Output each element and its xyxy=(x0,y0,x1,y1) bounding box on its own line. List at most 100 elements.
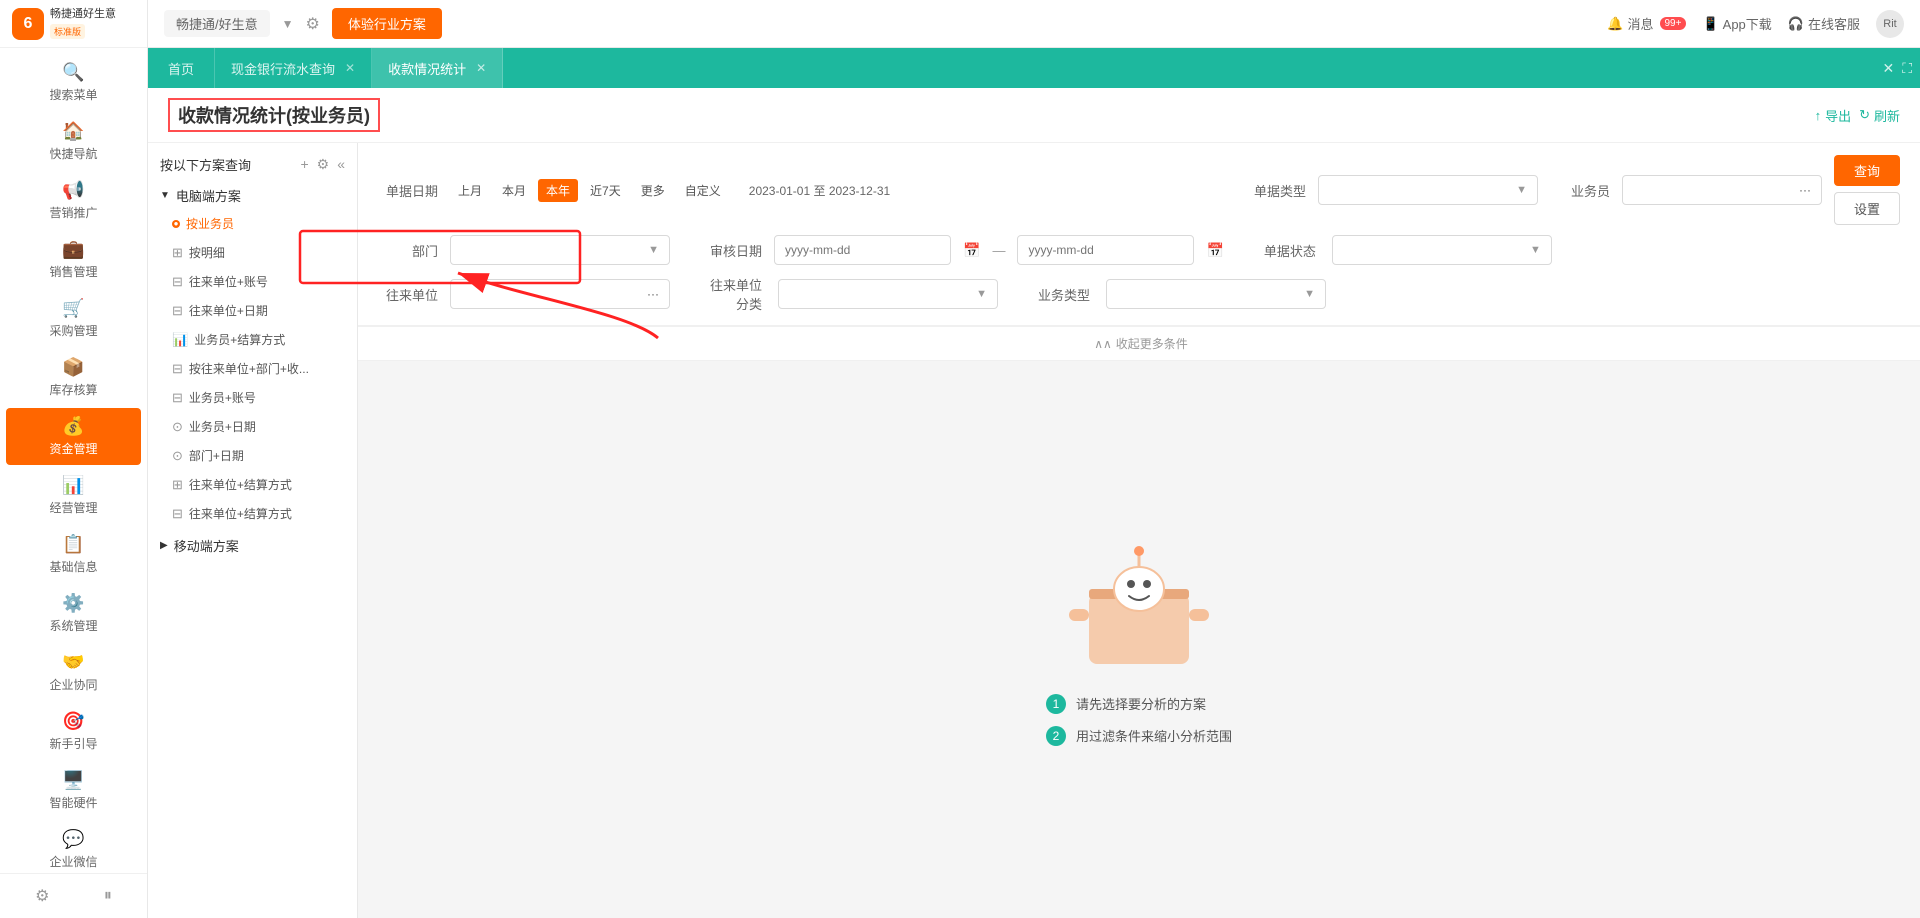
sidebar-item-operation[interactable]: 📊 经营管理 xyxy=(6,467,141,524)
mobile-group-arrow-icon: ▶ xyxy=(160,540,168,551)
panel-add-button[interactable]: + xyxy=(300,156,308,173)
sidebar-item-system[interactable]: ⚙️ 系统管理 xyxy=(6,585,141,642)
date-this-year[interactable]: 本年 xyxy=(538,179,578,202)
sidebar: 6 畅捷通好生意 标准版 🔍 搜索菜单 🏠 快捷导航 📢 营销推广 💼 销售管理… xyxy=(0,0,148,918)
sidebar-item-search[interactable]: 🔍 搜索菜单 xyxy=(6,54,141,111)
audit-start-calendar-icon[interactable]: 📅 xyxy=(963,242,980,259)
filter-row-2: 部门 ▼ 审核日期 📅 — xyxy=(378,235,1900,265)
audit-end-field[interactable] xyxy=(1028,243,1183,257)
logo-area: 6 畅捷通好生意 标准版 xyxy=(0,0,147,48)
date-more[interactable]: 更多 xyxy=(633,179,673,202)
scheme-unit-settle1[interactable]: ⊞ 往来单位+结算方式 xyxy=(148,470,357,499)
step-2-num: 2 xyxy=(1046,726,1066,746)
date-7days[interactable]: 近7天 xyxy=(582,179,629,202)
audit-end-input[interactable] xyxy=(1017,235,1194,265)
tab-home[interactable]: 首页 xyxy=(148,48,215,88)
sidebar-item-quicknav[interactable]: 🏠 快捷导航 xyxy=(6,113,141,170)
scheme-salesman-settle[interactable]: 📊 业务员+结算方式 xyxy=(148,325,357,354)
notification-badge: 99+ xyxy=(1660,17,1687,30)
mobile-group-header[interactable]: ▶ 移动端方案 xyxy=(148,532,357,559)
tab-bank-close-icon[interactable]: ✕ xyxy=(345,61,355,75)
audit-start-field[interactable] xyxy=(785,243,940,257)
scheme-salesman-account[interactable]: ⊟ 业务员+账号 xyxy=(148,383,357,412)
panel-header: 按以下方案查询 + ⚙ « xyxy=(148,155,357,182)
scheme-salesman-date-label: 业务员+日期 xyxy=(189,418,256,435)
table-icon-3: ⊟ xyxy=(172,361,183,377)
notification-label: 消息 xyxy=(1627,14,1653,33)
sidebar-item-sales[interactable]: 💼 销售管理 xyxy=(6,231,141,288)
collapse-bar[interactable]: ∧∧ 收起更多条件 xyxy=(358,326,1920,361)
tab-receipt[interactable]: 收款情况统计 ✕ xyxy=(372,48,503,88)
trial-button[interactable]: 体验行业方案 xyxy=(332,8,442,39)
status-select[interactable]: ▼ xyxy=(1332,235,1552,265)
biz-type-select[interactable]: ▼ xyxy=(1106,279,1326,309)
partner-dots-icon[interactable]: ··· xyxy=(647,287,659,301)
date-last-month[interactable]: 上月 xyxy=(450,179,490,202)
sales-icon: 💼 xyxy=(62,239,84,260)
tab-bank[interactable]: 现金银行流水查询 ✕ xyxy=(215,48,372,88)
date-this-month[interactable]: 本月 xyxy=(494,179,534,202)
salesman-select[interactable]: ··· xyxy=(1622,175,1822,205)
settings-button[interactable]: 设置 xyxy=(1834,192,1900,225)
desktop-group-header[interactable]: ▼ 电脑端方案 xyxy=(148,182,357,209)
query-button[interactable]: 查询 xyxy=(1834,155,1900,186)
tab-close-all-icon[interactable]: ✕ xyxy=(1882,60,1894,77)
page-actions: ↑ 导出 ↻ 刷新 xyxy=(1815,106,1900,125)
notification-area[interactable]: 🔔 消息 99+ xyxy=(1607,14,1686,33)
sidebar-collapse-btn[interactable]: ⏸ xyxy=(100,883,116,909)
partner-select[interactable]: ··· xyxy=(450,279,670,309)
tab-receipt-close-icon[interactable]: ✕ xyxy=(476,61,486,75)
tab-maximize-icon[interactable]: ⛶ xyxy=(1902,60,1912,77)
scheme-by-salesman[interactable]: ● 按业务员 xyxy=(148,209,357,238)
filter-row-3: 往来单位 ··· 往来单位分类 ▼ 业务类型 xyxy=(378,275,1900,313)
partner-label: 往来单位 xyxy=(378,285,438,304)
sidebar-bottom: ⚙ ⏸ xyxy=(0,873,147,918)
sidebar-item-finance[interactable]: 💰 资金管理 xyxy=(6,408,141,465)
online-service[interactable]: 🎧 在线客服 xyxy=(1788,14,1860,33)
sidebar-item-guide[interactable]: 🎯 新手引导 xyxy=(6,703,141,760)
sidebar-item-inventory[interactable]: 📦 库存核算 xyxy=(6,349,141,406)
user-avatar[interactable]: Rit xyxy=(1876,10,1904,38)
export-button[interactable]: ↑ 导出 xyxy=(1815,106,1852,125)
scheme-by-detail[interactable]: ⊞ 按明细 xyxy=(148,238,357,267)
table-icon-2: ⊟ xyxy=(172,303,183,319)
sidebar-item-corp[interactable]: 🤝 企业协同 xyxy=(6,644,141,701)
sidebar-item-purchase[interactable]: 🛒 采购管理 xyxy=(6,290,141,347)
tab-bank-label: 现金银行流水查询 xyxy=(231,59,335,78)
sidebar-item-hardware[interactable]: 🖥️ 智能硬件 xyxy=(6,762,141,819)
illustration xyxy=(1059,534,1219,674)
type-select[interactable]: ▼ xyxy=(1318,175,1538,205)
logo-badge: 标准版 xyxy=(50,24,85,39)
app-download[interactable]: 📱 App下载 xyxy=(1702,14,1771,33)
scheme-salesman-date[interactable]: ⊙ 业务员+日期 xyxy=(148,412,357,441)
scheme-unit-settle2[interactable]: ⊟ 往来单位+结算方式 xyxy=(148,499,357,528)
sidebar-item-marketing[interactable]: 📢 营销推广 xyxy=(6,172,141,229)
clock-icon-2: ⊙ xyxy=(172,448,183,464)
basic-icon: 📋 xyxy=(62,534,84,555)
mobile-scheme-group: ▶ 移动端方案 xyxy=(148,532,357,559)
scheme-unit-account[interactable]: ⊟ 往来单位+账号 xyxy=(148,267,357,296)
header-dropdown-icon[interactable]: ▼ xyxy=(282,17,294,31)
refresh-button[interactable]: ↻ 刷新 xyxy=(1859,106,1900,125)
audit-start-input[interactable] xyxy=(774,235,951,265)
result-steps: 1 请先选择要分析的方案 2 用过滤条件来缩小分析范围 xyxy=(1046,694,1232,746)
scheme-unit-date[interactable]: ⊟ 往来单位+日期 xyxy=(148,296,357,325)
sidebar-settings-btn[interactable]: ⚙ xyxy=(31,882,53,910)
sidebar-item-wechat[interactable]: 💬 企业微信 xyxy=(6,821,141,873)
panel-collapse-button[interactable]: « xyxy=(337,156,345,173)
panel-header-actions: + ⚙ « xyxy=(300,156,345,173)
dept-select[interactable]: ▼ xyxy=(450,235,670,265)
scheme-unit-settle2-label: 往来单位+结算方式 xyxy=(189,505,292,522)
biz-type-label: 业务类型 xyxy=(1030,285,1090,304)
table-icon-1: ⊟ xyxy=(172,274,183,290)
scheme-unit-dept-receipt[interactable]: ⊟ 按往来单位+部门+收... xyxy=(148,354,357,383)
salesman-more-icon[interactable]: ··· xyxy=(1799,183,1811,197)
scheme-dept-date[interactable]: ⊙ 部门+日期 xyxy=(148,441,357,470)
panel-settings-button[interactable]: ⚙ xyxy=(317,156,330,173)
date-custom[interactable]: 自定义 xyxy=(677,179,729,202)
audit-end-calendar-icon[interactable]: 📅 xyxy=(1206,242,1223,259)
partner-category-select[interactable]: ▼ xyxy=(778,279,998,309)
sidebar-item-basic[interactable]: 📋 基础信息 xyxy=(6,526,141,583)
clock-icon-1: ⊙ xyxy=(172,419,183,435)
header-settings-icon[interactable]: ⚙ xyxy=(306,14,320,34)
